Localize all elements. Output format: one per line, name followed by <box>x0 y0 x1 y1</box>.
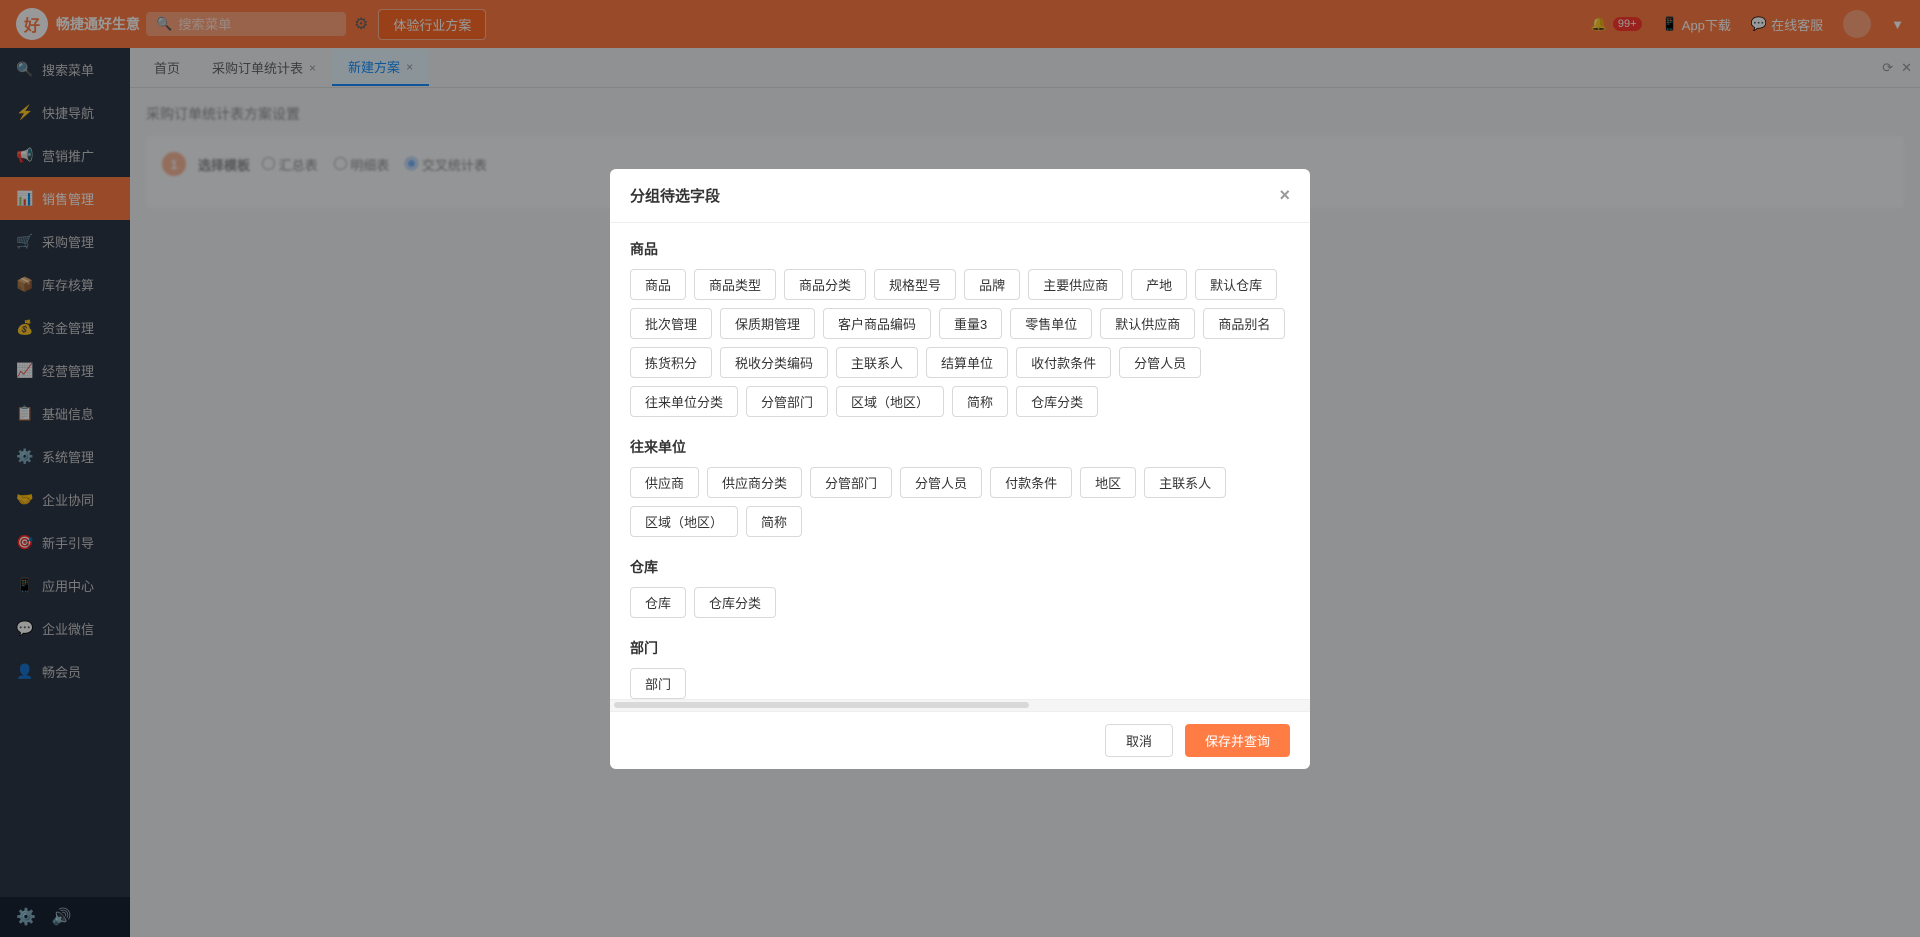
modal-close-btn[interactable]: × <box>1279 185 1290 206</box>
field-tag[interactable]: 地区 <box>1080 467 1136 498</box>
field-tag[interactable]: 分管部门 <box>746 386 828 417</box>
field-tag[interactable]: 供应商分类 <box>707 467 802 498</box>
field-tag[interactable]: 分管人员 <box>900 467 982 498</box>
modal-body: 商品 商品 商品类型 商品分类 规格型号 品牌 主要供应商 产地 默认仓库 批次… <box>610 223 1310 699</box>
field-tag[interactable]: 供应商 <box>630 467 699 498</box>
field-tag[interactable]: 保质期管理 <box>720 308 815 339</box>
field-tag[interactable]: 默认仓库 <box>1195 269 1277 300</box>
section-warehouse-title: 仓库 <box>630 557 1290 577</box>
modal-horizontal-scrollbar[interactable] <box>610 699 1310 711</box>
section-department-title: 部门 <box>630 638 1290 658</box>
save-query-button[interactable]: 保存并查询 <box>1185 724 1290 757</box>
field-tag[interactable]: 简称 <box>746 506 802 537</box>
section-product: 商品 商品 商品类型 商品分类 规格型号 品牌 主要供应商 产地 默认仓库 批次… <box>630 239 1290 417</box>
field-tag[interactable]: 仓库分类 <box>1016 386 1098 417</box>
cancel-button[interactable]: 取消 <box>1105 724 1173 757</box>
field-tag[interactable]: 品牌 <box>964 269 1020 300</box>
warehouse-fields: 仓库 仓库分类 <box>630 587 1290 618</box>
partner-fields: 供应商 供应商分类 分管部门 分管人员 付款条件 地区 主联系人 区域（地区） … <box>630 467 1290 537</box>
field-tag[interactable]: 收付款条件 <box>1016 347 1111 378</box>
modal-footer: 取消 保存并查询 <box>610 711 1310 769</box>
section-product-title: 商品 <box>630 239 1290 259</box>
department-fields: 部门 <box>630 668 1290 699</box>
field-tag[interactable]: 仓库分类 <box>694 587 776 618</box>
field-tag[interactable]: 客户商品编码 <box>823 308 931 339</box>
field-tag[interactable]: 重量3 <box>939 308 1002 339</box>
modal-header: 分组待选字段 × <box>610 169 1310 223</box>
field-tag[interactable]: 简称 <box>952 386 1008 417</box>
section-partner-title: 往来单位 <box>630 437 1290 457</box>
field-tag[interactable]: 部门 <box>630 668 686 699</box>
field-tag[interactable]: 付款条件 <box>990 467 1072 498</box>
field-tag[interactable]: 商品类型 <box>694 269 776 300</box>
field-tag[interactable]: 分管部门 <box>810 467 892 498</box>
modal-title: 分组待选字段 <box>630 185 720 206</box>
field-tag[interactable]: 主联系人 <box>836 347 918 378</box>
field-tag[interactable]: 往来单位分类 <box>630 386 738 417</box>
field-tag[interactable]: 税收分类编码 <box>720 347 828 378</box>
hscroll-bar <box>614 702 1029 708</box>
field-tag[interactable]: 区域（地区） <box>836 386 944 417</box>
field-tag[interactable]: 批次管理 <box>630 308 712 339</box>
section-partner: 往来单位 供应商 供应商分类 分管部门 分管人员 付款条件 地区 主联系人 区域… <box>630 437 1290 537</box>
field-tag[interactable]: 主联系人 <box>1144 467 1226 498</box>
section-department: 部门 部门 <box>630 638 1290 699</box>
field-select-modal: 分组待选字段 × 商品 商品 商品类型 商品分类 规格型号 品牌 主要供应商 产… <box>610 169 1310 769</box>
field-tag[interactable]: 分管人员 <box>1119 347 1201 378</box>
field-tag[interactable]: 商品 <box>630 269 686 300</box>
field-tag[interactable]: 拣货积分 <box>630 347 712 378</box>
field-tag[interactable]: 商品别名 <box>1203 308 1285 339</box>
field-tag[interactable]: 仓库 <box>630 587 686 618</box>
section-warehouse: 仓库 仓库 仓库分类 <box>630 557 1290 618</box>
field-tag[interactable]: 区域（地区） <box>630 506 738 537</box>
field-tag[interactable]: 商品分类 <box>784 269 866 300</box>
field-tag[interactable]: 规格型号 <box>874 269 956 300</box>
field-tag[interactable]: 零售单位 <box>1010 308 1092 339</box>
product-fields: 商品 商品类型 商品分类 规格型号 品牌 主要供应商 产地 默认仓库 批次管理 … <box>630 269 1290 417</box>
field-tag[interactable]: 默认供应商 <box>1100 308 1195 339</box>
field-tag[interactable]: 产地 <box>1131 269 1187 300</box>
modal-overlay: 分组待选字段 × 商品 商品 商品类型 商品分类 规格型号 品牌 主要供应商 产… <box>0 0 1920 937</box>
field-tag[interactable]: 主要供应商 <box>1028 269 1123 300</box>
field-tag[interactable]: 结算单位 <box>926 347 1008 378</box>
